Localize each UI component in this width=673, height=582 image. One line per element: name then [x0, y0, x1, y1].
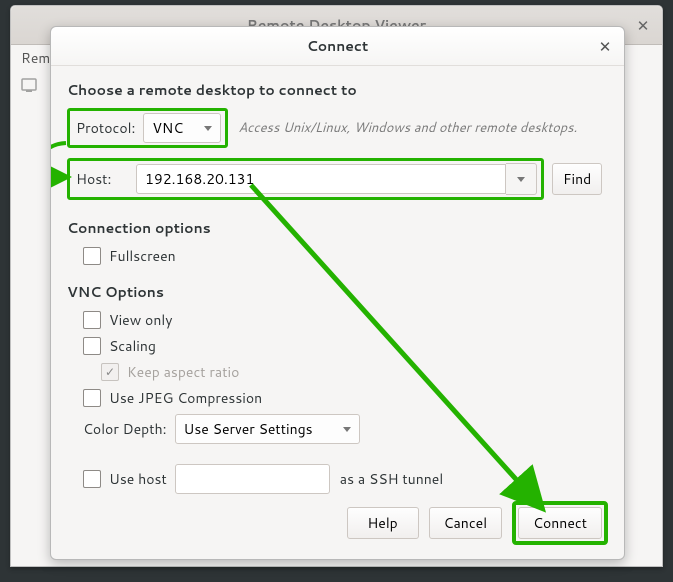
fullscreen-checkbox[interactable] [83, 247, 101, 265]
keep-aspect-option: Keep aspect ratio [67, 362, 608, 382]
protocol-select[interactable]: VNC [143, 113, 221, 143]
ssh-tunnel-suffix: as a SSH tunnel [340, 469, 443, 489]
keep-aspect-checkbox [101, 363, 119, 381]
use-host-label: Use host [109, 469, 167, 489]
scaling-label: Scaling [109, 336, 156, 356]
protocol-label: Protocol: [76, 118, 135, 138]
menu-item-truncated[interactable]: Rem [21, 48, 50, 68]
ssh-host-input[interactable] [175, 464, 330, 494]
fullscreen-option[interactable]: Fullscreen [67, 246, 608, 266]
view-only-label: View only [109, 310, 172, 330]
dialog-close-button[interactable]: ✕ [594, 35, 616, 57]
jpeg-checkbox[interactable] [83, 389, 101, 407]
view-only-option[interactable]: View only [67, 310, 608, 330]
use-host-checkbox[interactable] [83, 470, 101, 488]
vnc-options-heading: VNC Options [67, 282, 608, 302]
connect-toolbar-icon [21, 77, 43, 95]
highlight-connect: Connect [512, 501, 608, 545]
connection-options-heading: Connection options [67, 218, 608, 238]
scaling-option[interactable]: Scaling [67, 336, 608, 356]
highlight-host: Host: [67, 158, 544, 200]
keep-aspect-label: Keep aspect ratio [127, 362, 239, 382]
help-button[interactable]: Help [347, 507, 419, 539]
dialog-title: Connect [307, 36, 369, 56]
dialog-titlebar: Connect ✕ [51, 27, 624, 66]
host-label: Host: [76, 169, 128, 189]
scaling-checkbox[interactable] [83, 337, 101, 355]
find-button[interactable]: Find [552, 163, 602, 195]
view-only-checkbox[interactable] [83, 311, 101, 329]
host-history-dropdown-button[interactable] [506, 163, 537, 195]
highlight-protocol: Protocol: VNC [67, 108, 228, 148]
choose-heading: Choose a remote desktop to connect to [67, 80, 608, 100]
host-input[interactable] [136, 164, 506, 194]
color-depth-label: Color Depth: [83, 419, 167, 439]
jpeg-option[interactable]: Use JPEG Compression [67, 388, 608, 408]
main-close-button[interactable]: ✕ [632, 14, 654, 36]
cancel-button[interactable]: Cancel [429, 507, 503, 539]
dialog-action-area: Help Cancel Connect [347, 501, 608, 545]
protocol-hint: Access Unix/Linux, Windows and other rem… [238, 119, 577, 137]
fullscreen-label: Fullscreen [109, 246, 176, 266]
connect-button[interactable]: Connect [518, 507, 602, 539]
connect-dialog: Connect ✕ Choose a remote desktop to con… [50, 26, 625, 560]
color-depth-select[interactable]: Use Server Settings [175, 414, 360, 444]
jpeg-label: Use JPEG Compression [109, 388, 262, 408]
ssh-tunnel-row: Use host as a SSH tunnel [67, 464, 608, 494]
